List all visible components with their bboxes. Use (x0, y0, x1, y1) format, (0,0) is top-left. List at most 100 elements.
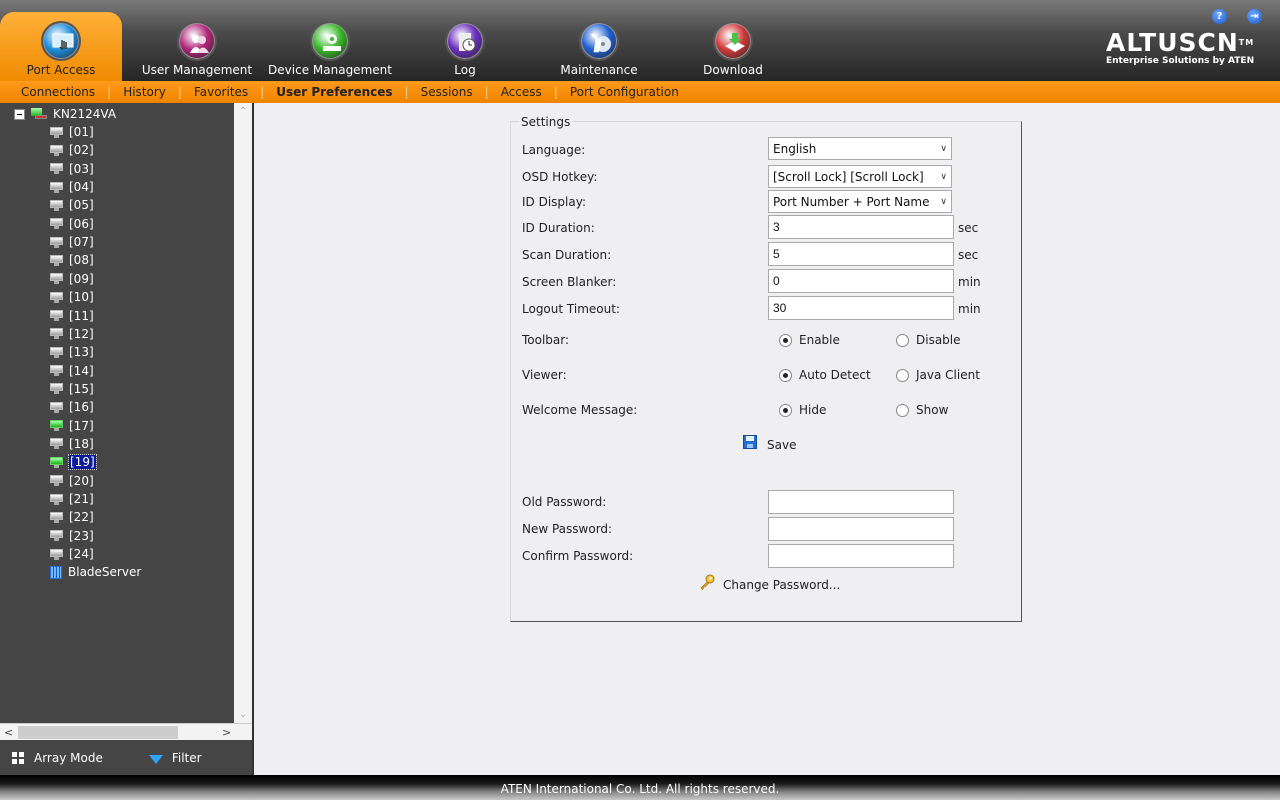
nav-tab-device-management[interactable]: Device Management (268, 12, 392, 81)
toolbar-disable-radio[interactable]: Disable (896, 333, 961, 347)
port-item[interactable]: [07] (50, 233, 94, 251)
port-item[interactable]: [04] (50, 178, 94, 196)
save-disk-icon (743, 435, 757, 449)
radio-checked-icon (779, 368, 792, 382)
old-password-input[interactable] (768, 490, 954, 514)
chevron-down-icon: ∨ (940, 197, 947, 207)
port-label: [06] (69, 216, 94, 231)
array-mode-button[interactable]: Array Mode (0, 751, 103, 765)
port-item[interactable]: [24] (50, 545, 94, 563)
welcome-show-radio[interactable]: Show (896, 403, 948, 417)
subnav-port-configuration[interactable]: Port Configuration (558, 85, 691, 99)
osd-hotkey-select[interactable]: [Scroll Lock] [Scroll Lock] ∨ (768, 165, 952, 188)
page-footer: ATEN International Co. Ltd. All rights r… (0, 775, 1280, 800)
help-button[interactable]: ? (1212, 9, 1227, 24)
port-item[interactable]: [20] (50, 472, 94, 490)
port-item[interactable]: [05] (50, 196, 94, 214)
subnav-history[interactable]: History (111, 85, 178, 99)
help-icon: ? (1216, 11, 1223, 22)
port-item[interactable]: [12] (50, 325, 94, 343)
subnav-sessions[interactable]: Sessions (409, 85, 485, 99)
scrollbar-thumb[interactable] (18, 726, 178, 739)
id-display-select[interactable]: Port Number + Port Name ∨ (768, 190, 952, 213)
port-item[interactable]: [06] (50, 215, 94, 233)
port-item[interactable]: [18] (50, 435, 94, 453)
top-header: Port Access User Management Device Managem… (0, 0, 1280, 81)
port-item[interactable]: [22] (50, 508, 94, 526)
screen-blanker-label: Screen Blanker: (522, 275, 617, 289)
port-item[interactable]: [21] (50, 490, 94, 508)
port-label: [09] (69, 271, 94, 286)
port-item[interactable]: [09] (50, 270, 94, 288)
blade-server-item[interactable]: BladeServer (50, 563, 141, 581)
port-label: [22] (69, 510, 94, 525)
tree-root[interactable]: KN2124VA (14, 107, 116, 121)
save-button[interactable]: Save (743, 435, 797, 452)
logout-timeout-input[interactable] (768, 296, 954, 320)
nav-tab-log[interactable]: Log (430, 12, 500, 81)
tree-vertical-scrollbar[interactable]: ⌃ ⌄ (234, 103, 252, 723)
language-value: English (773, 142, 817, 156)
subnav-favorites[interactable]: Favorites (182, 85, 260, 99)
port-label: [02] (69, 143, 94, 158)
subnav-connections[interactable]: Connections (9, 85, 107, 99)
scroll-left-icon[interactable]: < (4, 724, 13, 741)
new-password-input[interactable] (768, 517, 954, 541)
language-select[interactable]: English ∨ (768, 137, 952, 160)
sub-navigation: Connections | History | Favorites | User Prefe… (0, 81, 1280, 103)
save-label: Save (767, 438, 797, 452)
collapse-icon[interactable] (14, 108, 25, 120)
scroll-down-icon[interactable]: ⌄ (234, 706, 252, 723)
nav-tab-download[interactable]: Download (686, 12, 780, 81)
port-item[interactable]: [19] (50, 453, 97, 471)
port-item[interactable]: [15] (50, 380, 94, 398)
logout-icon: ⇥ (1250, 11, 1259, 22)
port-item[interactable]: [14] (50, 362, 94, 380)
screen-blanker-input[interactable] (768, 269, 954, 293)
welcome-hide-radio[interactable]: Hide (779, 403, 826, 417)
scroll-right-icon[interactable]: > (222, 724, 231, 741)
nav-tab-port-access[interactable]: Port Access (0, 12, 122, 81)
logout-timeout-label: Logout Timeout: (522, 302, 620, 316)
id-duration-input[interactable] (768, 215, 954, 239)
port-item[interactable]: [10] (50, 288, 94, 306)
port-item[interactable]: [11] (50, 307, 94, 325)
port-label: [24] (69, 547, 94, 562)
port-label: [10] (69, 290, 94, 305)
confirm-password-input[interactable] (768, 544, 954, 568)
port-item[interactable]: [02] (50, 141, 94, 159)
port-item[interactable]: [17] (50, 417, 94, 435)
port-item[interactable]: [13] (50, 343, 94, 361)
port-item[interactable]: [08] (50, 251, 94, 269)
sidebar: KN2124VA [01] [02] [03] [04] [05] [06] [07] [08… (0, 103, 252, 775)
port-item[interactable]: [03] (50, 160, 94, 178)
subnav-access[interactable]: Access (489, 85, 554, 99)
viewer-auto-detect-radio[interactable]: Auto Detect (779, 368, 871, 382)
chevron-down-icon: ∨ (940, 172, 947, 182)
tree-horizontal-scrollbar[interactable]: < > (0, 723, 252, 740)
nav-tab-user-management[interactable]: User Management (136, 12, 258, 81)
settings-fieldset: Settings Language: English ∨ OSD Hotkey: … (510, 115, 1022, 622)
settings-legend: Settings (519, 115, 573, 129)
chevron-down-icon: ∨ (940, 144, 947, 154)
logout-button[interactable]: ⇥ (1247, 9, 1262, 24)
toolbar-enable-radio[interactable]: Enable (779, 333, 840, 347)
scan-duration-input[interactable] (768, 242, 954, 266)
monitor-offline-icon (50, 383, 63, 395)
blade-server-icon (50, 565, 62, 579)
scroll-up-icon[interactable]: ⌃ (234, 103, 252, 120)
port-item[interactable]: [23] (50, 527, 94, 545)
port-label: [03] (69, 161, 94, 176)
filter-button[interactable]: Filter (103, 751, 202, 765)
new-password-label: New Password: (522, 522, 613, 536)
port-item[interactable]: [16] (50, 398, 94, 416)
nav-tab-maintenance[interactable]: Maintenance (544, 12, 654, 81)
id-display-value: Port Number + Port Name (773, 195, 930, 209)
subnav-user-preferences[interactable]: User Preferences (264, 85, 404, 99)
tree-root-label: KN2124VA (53, 107, 117, 121)
port-item[interactable]: [01] (50, 123, 94, 141)
monitor-offline-icon (50, 530, 63, 542)
monitor-offline-icon (50, 511, 63, 523)
viewer-java-client-radio[interactable]: Java Client (896, 368, 980, 382)
change-password-button[interactable]: Change Password... (699, 574, 840, 592)
